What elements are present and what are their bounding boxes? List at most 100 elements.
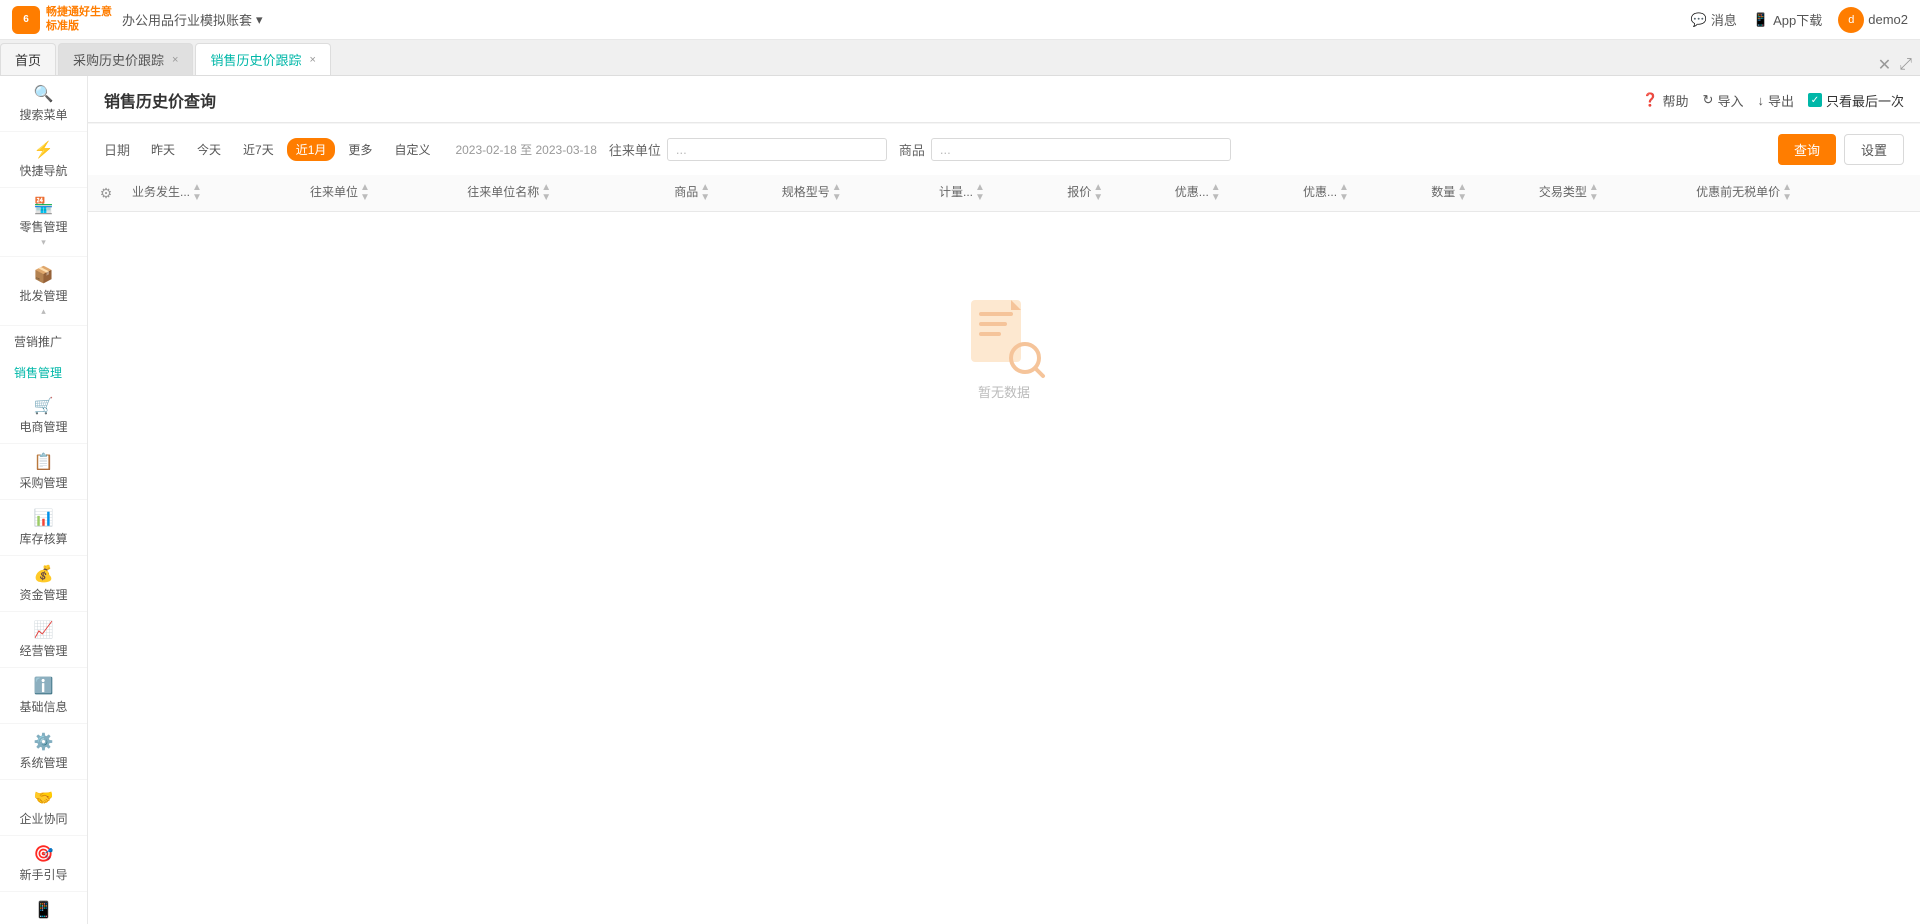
product-filter: 商品 ... (899, 138, 1231, 161)
product-input[interactable]: ... (931, 138, 1231, 161)
sidebar-item-quick-nav[interactable]: ⚡ 快捷导航 (0, 132, 87, 188)
col-price[interactable]: 报价▲▼ (1059, 175, 1167, 212)
arrow-down-icon: ▾ (41, 237, 46, 248)
only-last-checkbox-container[interactable]: 只看最后一次 (1808, 91, 1904, 110)
date-btn-more[interactable]: 更多 (339, 138, 381, 161)
sidebar-item-operations-mgmt[interactable]: 📈 经营管理 (0, 612, 87, 668)
page-title: 销售历史价查询 (104, 88, 216, 112)
avatar: d (1838, 7, 1864, 33)
filter-row: 日期 昨天 今天 近7天 近1月 更多 自定义 2023-02-18 至 202… (104, 134, 1904, 165)
sidebar-item-inventory-check-label: 库存核算 (19, 530, 67, 547)
tabbar-actions: ✕ ⤢ (1878, 55, 1920, 75)
only-last-label: 只看最后一次 (1826, 91, 1904, 110)
sidebar-item-operations-mgmt-label: 经营管理 (19, 642, 67, 659)
tab-purchase-history-close[interactable]: × (172, 54, 178, 66)
empty-state: 暂无数据 (88, 212, 1920, 481)
download-icon: 📱 (1753, 12, 1769, 28)
col-trade-type[interactable]: 交易类型▲▼ (1531, 175, 1688, 212)
sidebar-item-search-menu[interactable]: 🔍 搜索菜单 (0, 76, 87, 132)
date-btn-7days[interactable]: 近7天 (234, 138, 283, 161)
inventory-icon: 📊 (34, 508, 54, 528)
close-all-tabs-button[interactable]: ✕ (1878, 55, 1891, 75)
col-unit-code[interactable]: 往来单位▲▼ (302, 175, 459, 212)
settings-button[interactable]: 设置 (1844, 134, 1904, 165)
sidebar-item-system-mgmt-label: 系统管理 (19, 754, 67, 771)
sidebar-item-purchase-mgmt[interactable]: 📋 采购管理 (0, 444, 87, 500)
topbar-right: 💬 消息 📱 App下载 d demo2 (1691, 7, 1908, 33)
col-no-tax-price[interactable]: 优惠前无税单价▲▼ (1688, 175, 1920, 212)
user-menu[interactable]: d demo2 (1838, 7, 1908, 33)
sidebar-item-retail-mgmt[interactable]: 🏪 零售管理 ▾ (0, 188, 87, 257)
chevron-down-icon: ▾ (256, 12, 263, 28)
sidebar-item-system-mgmt[interactable]: ⚙️ 系统管理 (0, 724, 87, 780)
guide-icon: 🎯 (34, 844, 54, 864)
col-quantity[interactable]: 数量▲▼ (1423, 175, 1531, 212)
page-header: 销售历史价查询 ❓ 帮助 ↻ 导入 ↓ 导出 (88, 76, 1920, 123)
message-icon: 💬 (1691, 12, 1707, 28)
product-label: 商品 (899, 140, 925, 159)
operations-icon: 📈 (34, 620, 54, 640)
arrow-up-icon: ▴ (41, 306, 46, 317)
tab-home[interactable]: 首页 (0, 43, 56, 75)
col-discount1[interactable]: 优惠...▲▼ (1167, 175, 1295, 212)
tab-sales-history-close[interactable]: × (309, 54, 315, 66)
product-placeholder: ... (940, 142, 951, 157)
source-unit-placeholder: ... (676, 142, 687, 157)
sidebar-item-inventory-check[interactable]: 📊 库存核算 (0, 500, 87, 556)
sidebar-item-sales-mgmt[interactable]: 销售管理 (0, 357, 87, 388)
col-unit-name[interactable]: 往来单位名称▲▼ (459, 175, 666, 212)
search-icon: 🔍 (34, 84, 54, 104)
import-button[interactable]: ↻ 导入 (1703, 91, 1744, 110)
main-layout: 🔍 搜索菜单 ⚡ 快捷导航 🏪 零售管理 ▾ 📦 批发管理 ▴ 营销推广 销售管… (0, 76, 1920, 924)
col-product[interactable]: 商品▲▼ (666, 175, 774, 212)
only-last-checkbox-icon (1808, 93, 1822, 107)
help-button[interactable]: ❓ 帮助 (1642, 91, 1688, 110)
tab-sales-history[interactable]: 销售历史价跟踪 × (195, 43, 330, 75)
col-discount2[interactable]: 优惠...▲▼ (1295, 175, 1423, 212)
col-spec[interactable]: 规格型号▲▼ (774, 175, 931, 212)
query-button[interactable]: 查询 (1778, 134, 1836, 165)
col-unit[interactable]: 计量...▲▼ (931, 175, 1059, 212)
tab-purchase-history[interactable]: 采购历史价跟踪 × (58, 43, 193, 75)
col-settings: ⚙ (88, 175, 124, 212)
date-btn-yesterday[interactable]: 昨天 (142, 138, 184, 161)
empty-svg (959, 292, 1049, 382)
date-btn-custom[interactable]: 自定义 (385, 138, 439, 161)
sidebar-item-app-center[interactable]: 📱 应用中心 (0, 892, 87, 924)
finance-icon: 💰 (34, 564, 54, 584)
sidebar-item-basic-info[interactable]: ℹ️ 基础信息 (0, 668, 87, 724)
date-filter-label: 日期 (104, 140, 130, 159)
topbar-left: 6 畅捷通好生意 标准版 办公用品行业模拟账套 ▾ (12, 6, 263, 34)
expand-button[interactable]: ⤢ (1899, 56, 1912, 74)
table-settings-icon[interactable]: ⚙ (100, 185, 113, 201)
app-selector[interactable]: 办公用品行业模拟账套 ▾ (122, 10, 263, 29)
export-button[interactable]: ↓ 导出 (1757, 91, 1794, 110)
source-unit-input[interactable]: ... (667, 138, 887, 161)
sidebar-item-new-user-guide[interactable]: 🎯 新手引导 (0, 836, 87, 892)
purchase-icon: 📋 (34, 452, 54, 472)
empty-text: 暂无数据 (978, 382, 1030, 401)
sidebar-item-ecommerce-mgmt[interactable]: 🛒 电商管理 (0, 388, 87, 444)
sidebar-item-purchase-mgmt-label: 采购管理 (19, 474, 67, 491)
sidebar-item-enterprise-collab-label: 企业协同 (19, 810, 67, 827)
info-icon: ℹ️ (34, 676, 54, 696)
gear-icon: ⚙️ (34, 732, 54, 752)
export-icon: ↓ (1757, 93, 1764, 108)
app-download-button[interactable]: 📱 App下载 (1753, 10, 1822, 29)
sidebar-item-marketing[interactable]: 营销推广 (0, 326, 87, 357)
filter-actions: 查询 设置 (1778, 134, 1904, 165)
col-biz-date[interactable]: 业务发生...▲▼ (124, 175, 302, 212)
date-btn-today[interactable]: 今天 (188, 138, 230, 161)
table-header-row: ⚙ 业务发生...▲▼ 往来单位▲▼ 往来单位名称▲▼ 商品▲▼ (88, 175, 1920, 212)
logo-text: 畅捷通好生意 标准版 (46, 6, 112, 32)
filter-area: 日期 昨天 今天 近7天 近1月 更多 自定义 2023-02-18 至 202… (88, 124, 1920, 175)
tab-purchase-history-label: 采购历史价跟踪 (73, 50, 164, 69)
sidebar-item-marketing-label: 营销推广 (14, 335, 62, 349)
sidebar-item-enterprise-collab[interactable]: 🤝 企业协同 (0, 780, 87, 836)
message-button[interactable]: 💬 消息 (1691, 10, 1737, 29)
sidebar-item-wholesale-mgmt[interactable]: 📦 批发管理 ▴ (0, 257, 87, 326)
date-btn-1month[interactable]: 近1月 (287, 138, 336, 161)
sidebar-item-finance-mgmt[interactable]: 💰 资金管理 (0, 556, 87, 612)
app-center-icon: 📱 (34, 900, 54, 920)
source-unit-label: 往来单位 (609, 140, 661, 159)
